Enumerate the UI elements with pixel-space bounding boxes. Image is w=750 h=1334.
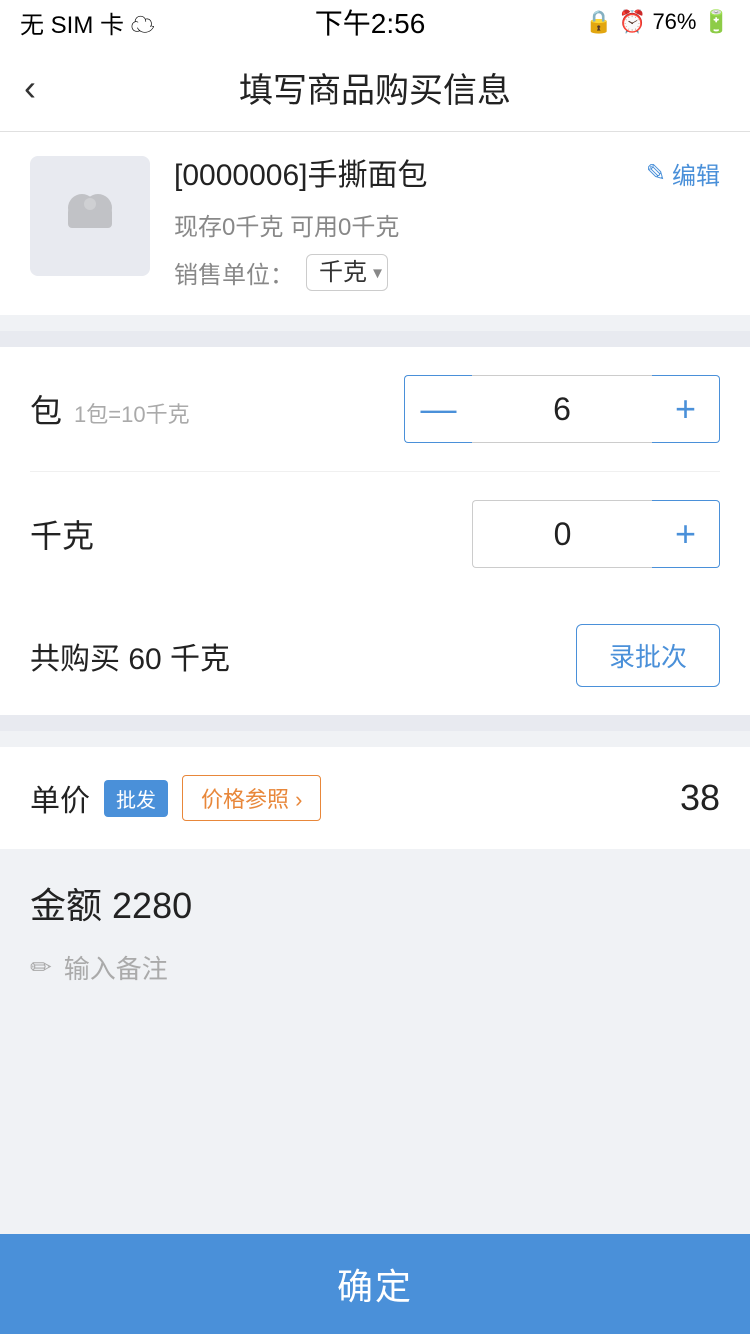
battery-icon: 🔒 ⏰ 76% 🔋	[585, 9, 730, 35]
summary-text: 共购买 60 千克	[30, 634, 230, 678]
status-bar: 无 SIM 卡 ☁ 下午2:56 🔒 ⏰ 76% 🔋	[0, 0, 750, 44]
bao-input[interactable]	[472, 375, 652, 443]
status-left: 无 SIM 卡 ☁	[20, 5, 155, 40]
bao-quantity-control: — +	[404, 375, 720, 443]
section-divider-1	[0, 331, 750, 347]
bao-minus-button[interactable]: —	[404, 375, 472, 443]
sim-status: 无 SIM 卡 ☁	[20, 5, 155, 40]
unit-select-wrap[interactable]: 千克	[306, 254, 388, 291]
amount-section: 金额 2280 ✏ 输入备注	[0, 849, 750, 1002]
product-name: [0000006]手撕面包	[174, 156, 427, 195]
product-card: [0000006]手撕面包 ✎ 编辑 现存0千克 可用0千克 销售单位： 千克	[0, 132, 750, 315]
product-stock: 现存0千克 可用0千克	[174, 207, 720, 242]
unit-select[interactable]: 千克	[306, 254, 388, 291]
kg-label: 千克	[30, 511, 94, 557]
kg-row: 千克 +	[30, 472, 720, 596]
edit-icon: ✎	[646, 159, 666, 188]
price-badge: 批发	[104, 780, 168, 817]
note-placeholder: 输入备注	[64, 949, 168, 986]
bao-plus-button[interactable]: +	[652, 375, 720, 443]
amount-row: 金额 2280	[30, 877, 720, 929]
price-label: 单价	[30, 776, 90, 820]
price-section: 单价 批发 价格参照 › 38	[0, 747, 750, 849]
kg-plus-button[interactable]: +	[652, 500, 720, 568]
spacer	[0, 1002, 750, 1234]
note-row[interactable]: ✏ 输入备注	[30, 949, 720, 986]
edit-button[interactable]: ✎ 编辑	[646, 156, 720, 191]
kg-input[interactable]	[472, 500, 652, 568]
status-time: 下午2:56	[315, 2, 426, 42]
pencil-icon: ✏	[30, 952, 52, 983]
price-row: 单价 批发 价格参照 › 38	[30, 775, 720, 821]
summary-row: 共购买 60 千克 录批次	[0, 596, 750, 715]
status-right: 🔒 ⏰ 76% 🔋	[585, 9, 730, 35]
price-ref-button[interactable]: 价格参照 ›	[182, 775, 321, 821]
product-unit: 销售单位： 千克	[174, 254, 720, 291]
product-info: [0000006]手撕面包 ✎ 编辑 现存0千克 可用0千克 销售单位： 千克	[174, 156, 720, 291]
kg-quantity-control: +	[472, 500, 720, 568]
nav-bar: ‹ 填写商品购买信息	[0, 44, 750, 132]
amount-label: 金额	[30, 885, 102, 926]
back-button[interactable]: ‹	[24, 67, 36, 109]
amount-value: 2280	[112, 885, 192, 926]
section-divider-2	[0, 715, 750, 731]
product-image	[30, 156, 150, 276]
confirm-button[interactable]: 确定	[0, 1234, 750, 1334]
record-batch-button[interactable]: 录批次	[576, 624, 720, 687]
price-left: 单价 批发 价格参照 ›	[30, 775, 321, 821]
price-value: 38	[680, 777, 720, 819]
bao-row: 包 1包=10千克 — +	[30, 347, 720, 472]
bao-sub: 1包=10千克	[74, 397, 190, 429]
bao-label: 包 1包=10千克	[30, 386, 190, 432]
page-title: 填写商品购买信息	[239, 63, 511, 112]
input-section: 包 1包=10千克 — + 千克 +	[0, 347, 750, 596]
